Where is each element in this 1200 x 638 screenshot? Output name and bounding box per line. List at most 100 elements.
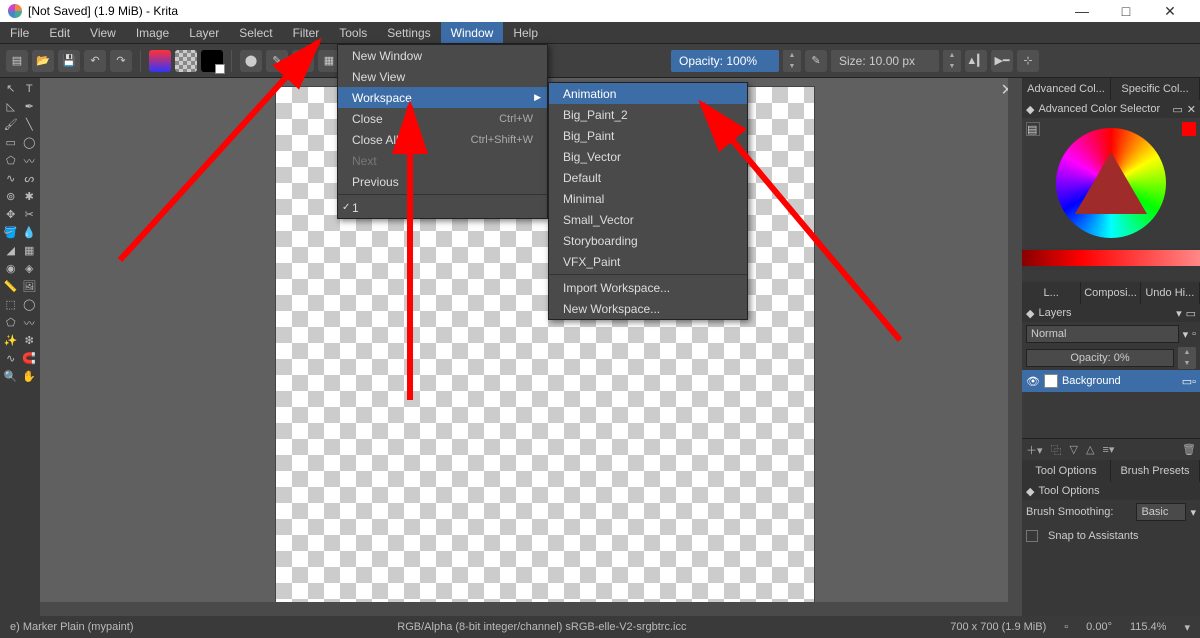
workspace-item-vfx_paint[interactable]: VFX_Paint	[549, 251, 747, 272]
menu-item-close[interactable]: CloseCtrl+W	[338, 108, 547, 129]
layer-props-icon[interactable]: ▭▫	[1182, 375, 1196, 388]
move-up-button[interactable]: △	[1086, 443, 1094, 456]
tab-undo-history[interactable]: Undo Hi...	[1141, 282, 1200, 304]
poly-select-tool[interactable]: ⬠	[2, 314, 20, 331]
float-icon[interactable]: ▭	[1172, 103, 1182, 116]
brush-smoothing-value[interactable]: Basic	[1136, 503, 1186, 521]
bezier-tool[interactable]: ∿	[2, 170, 20, 187]
polyline-tool[interactable]: 〰	[21, 152, 39, 169]
crop-tool[interactable]: ✂	[21, 206, 39, 223]
dynamic-brush-tool[interactable]: ⊚	[2, 188, 20, 205]
reference-tool[interactable]: 🖼	[21, 278, 39, 295]
workspace-item-big_paint_2[interactable]: Big_Paint_2	[549, 104, 747, 125]
panel-menu-icon[interactable]: ▾	[1176, 307, 1182, 320]
bezier-select-tool[interactable]: ∿	[2, 350, 20, 367]
workspace-item-import-workspace-[interactable]: Import Workspace...	[549, 277, 747, 298]
menu-item-new-window[interactable]: New Window	[338, 45, 547, 66]
brush-preset-button[interactable]: ⬤	[240, 50, 262, 72]
menu-tools[interactable]: Tools	[329, 22, 377, 43]
snap-checkbox[interactable]	[1026, 530, 1038, 542]
opacity-pressure-icon[interactable]: ✎	[805, 50, 827, 72]
text-tool[interactable]: T	[21, 80, 39, 97]
move-down-button[interactable]: ▽	[1070, 443, 1078, 456]
workspace-item-small_vector[interactable]: Small_Vector	[549, 209, 747, 230]
pan-tool[interactable]: ✋	[21, 368, 39, 385]
size-spinner[interactable]: ▲▼	[943, 50, 961, 72]
tab-advanced-color[interactable]: Advanced Col...	[1022, 78, 1111, 100]
ellipse-select-tool[interactable]: ◯	[21, 296, 39, 313]
delete-layer-button[interactable]: 🗑	[1182, 443, 1196, 456]
color-strip[interactable]	[1022, 250, 1200, 266]
select-icon[interactable]: ▫	[1064, 621, 1068, 633]
opacity-spinner[interactable]: ▲▼	[783, 50, 801, 72]
color-picker-tool[interactable]: 💧	[21, 224, 39, 241]
workspace-item-storyboarding[interactable]: Storyboarding	[549, 230, 747, 251]
calligraphy-tool[interactable]: ✒	[21, 98, 39, 115]
move-tool[interactable]: ✥	[2, 206, 20, 223]
menu-item-new-view[interactable]: New View	[338, 66, 547, 87]
menu-item-previous[interactable]: Previous	[338, 171, 547, 192]
tab-specific-color[interactable]: Specific Col...	[1111, 78, 1200, 100]
fgbg-color-button[interactable]	[201, 50, 223, 72]
layer-row-background[interactable]: 👁 Background ▭▫	[1022, 370, 1200, 392]
rect-select-tool[interactable]: ⬚	[2, 296, 20, 313]
menu-item-1[interactable]: ✓1	[338, 197, 547, 218]
freehand-select-tool[interactable]: 〰	[21, 314, 39, 331]
tab-tool-options[interactable]: Tool Options	[1022, 460, 1111, 482]
tab-brush-presets[interactable]: Brush Presets	[1111, 460, 1200, 482]
layer-properties-button[interactable]: ≡▾	[1102, 443, 1114, 456]
gradient-tool[interactable]: ◢	[2, 242, 20, 259]
tab-layers-short[interactable]: L...	[1022, 282, 1081, 304]
gradient-button[interactable]	[149, 50, 171, 72]
visibility-icon[interactable]: 👁	[1026, 375, 1040, 388]
undo-button[interactable]: ↶	[84, 50, 106, 72]
open-file-button[interactable]: 📂	[32, 50, 54, 72]
layer-opacity-spinner[interactable]: ▲▼	[1178, 347, 1196, 369]
assistant-tool[interactable]: ◈	[21, 260, 39, 277]
pattern-button[interactable]	[175, 50, 197, 72]
close-panel-icon[interactable]: ✕	[1187, 103, 1196, 116]
transform-tool[interactable]: ↖	[2, 80, 20, 97]
menu-item-workspace[interactable]: Workspace▶	[338, 87, 547, 108]
save-button[interactable]: 💾	[58, 50, 80, 72]
smart-fill-tool[interactable]: ◉	[2, 260, 20, 277]
blend-dropdown-icon[interactable]: ▾	[1183, 328, 1189, 341]
maximize-button[interactable]: □	[1104, 0, 1148, 22]
duplicate-layer-button[interactable]: ⿻	[1051, 442, 1062, 458]
layer-blend-mode[interactable]: Normal	[1026, 325, 1179, 343]
menu-item-next[interactable]: Next	[338, 150, 547, 171]
menu-item-close-all[interactable]: Close AllCtrl+Shift+W	[338, 129, 547, 150]
workspace-item-animation[interactable]: Animation	[549, 83, 747, 104]
workspace-item-big_vector[interactable]: Big_Vector	[549, 146, 747, 167]
menu-settings[interactable]: Settings	[377, 22, 440, 43]
menu-select[interactable]: Select	[229, 22, 282, 43]
vertical-scrollbar[interactable]	[1008, 78, 1022, 602]
workspace-item-new-workspace-[interactable]: New Workspace...	[549, 298, 747, 319]
workspace-item-minimal[interactable]: Minimal	[549, 188, 747, 209]
add-layer-button[interactable]: ＋▾	[1026, 442, 1043, 458]
fill-tool[interactable]: 🪣	[2, 224, 20, 241]
redo-button[interactable]: ↷	[110, 50, 132, 72]
menu-edit[interactable]: Edit	[39, 22, 80, 43]
workspace-item-default[interactable]: Default	[549, 167, 747, 188]
new-file-button[interactable]: ▤	[6, 50, 28, 72]
menu-layer[interactable]: Layer	[179, 22, 229, 43]
rectangle-tool[interactable]: ▭	[2, 134, 20, 151]
size-slider[interactable]: Size: 10.00 px	[831, 50, 939, 72]
ellipse-tool[interactable]: ◯	[21, 134, 39, 151]
workspace-item-big_paint[interactable]: Big_Paint	[549, 125, 747, 146]
menu-help[interactable]: Help	[503, 22, 548, 43]
wrap-button[interactable]: ⊹	[1017, 50, 1039, 72]
horizontal-scrollbar[interactable]	[40, 602, 1022, 616]
zoom-tool[interactable]: 🔍	[2, 368, 20, 385]
menu-filter[interactable]: Filter	[283, 22, 330, 43]
menu-image[interactable]: Image	[126, 22, 179, 43]
layer-opacity[interactable]: Opacity: 0%	[1026, 349, 1174, 367]
color-wheel[interactable]: ▤	[1022, 118, 1200, 248]
brush-editor-button[interactable]: ✎	[266, 50, 288, 72]
menu-file[interactable]: File	[0, 22, 39, 43]
line-tool[interactable]: ╲	[21, 116, 39, 133]
edit-shapes-tool[interactable]: ◺	[2, 98, 20, 115]
polygon-tool[interactable]: ⬠	[2, 152, 20, 169]
minimize-button[interactable]: —	[1060, 0, 1104, 22]
